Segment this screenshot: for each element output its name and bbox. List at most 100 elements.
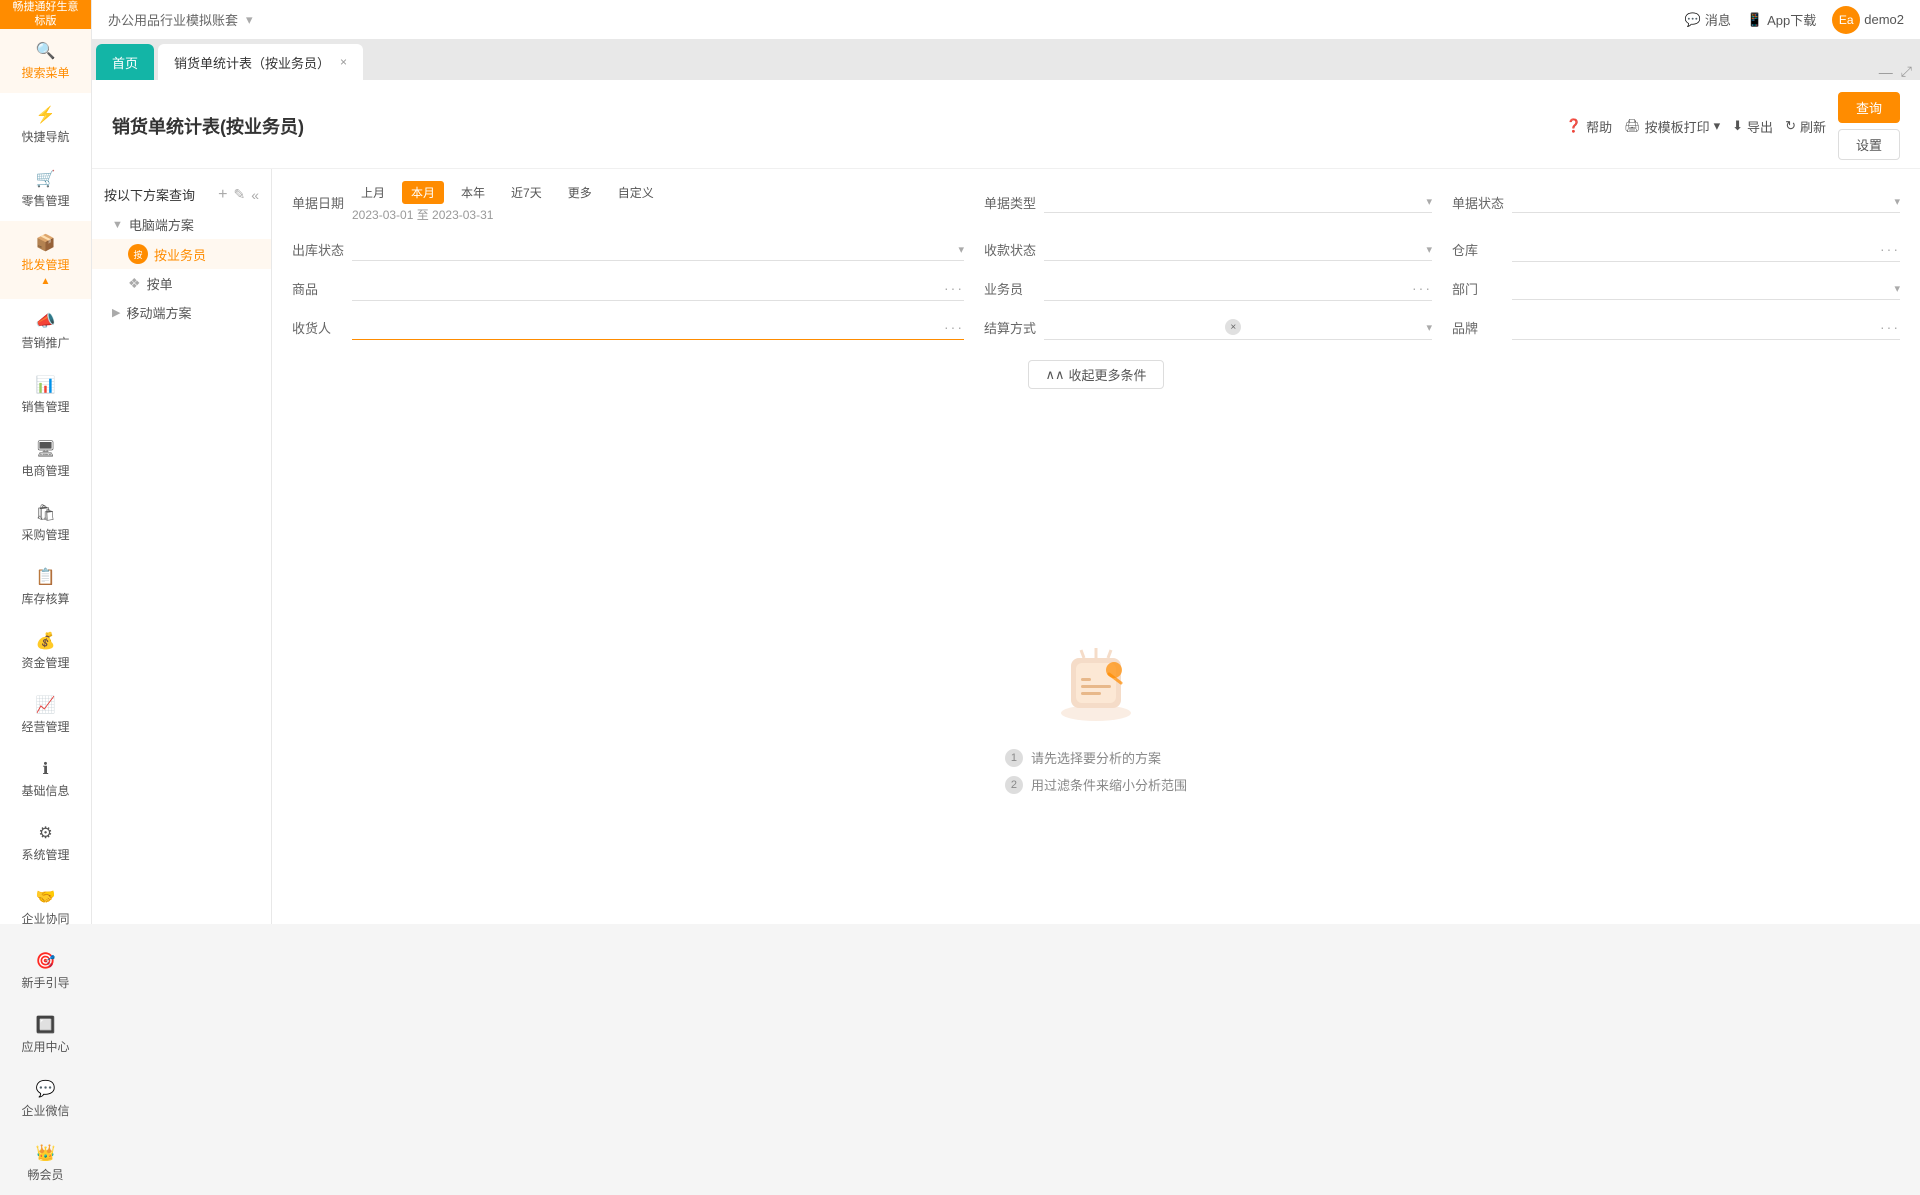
sidebar-item-quicknav[interactable]: ⚡ 快捷导航: [0, 93, 91, 157]
sidebar-item-marketing[interactable]: 📣 营销推广: [0, 299, 91, 363]
panel-staff-label: 按业务员: [154, 245, 206, 264]
receiptstatus-control[interactable]: ▾: [1044, 239, 1432, 261]
export-icon: ⬇: [1732, 118, 1743, 134]
receiptstatus-chevron: ▾: [1426, 243, 1432, 256]
sidebar-item-search[interactable]: 🔍 搜索菜单: [0, 29, 91, 93]
sidebar-item-basics[interactable]: ℹ 基础信息: [0, 747, 91, 811]
messages-button[interactable]: 💬 消息: [1685, 10, 1731, 29]
brand-control[interactable]: ···: [1512, 315, 1900, 340]
app-download-button[interactable]: 📱 App下载: [1747, 10, 1816, 29]
panel-add-icon[interactable]: +: [218, 186, 227, 204]
collapse-label: 收起更多条件: [1069, 365, 1147, 384]
panel-edit-icon[interactable]: ✎: [233, 186, 245, 203]
settings-button[interactable]: 设置: [1838, 129, 1900, 160]
sidebar-item-system[interactable]: ⚙ 系统管理: [0, 811, 91, 875]
tree-expand-mobile-icon: ▶: [112, 306, 120, 319]
inventory-icon: 📋: [36, 567, 56, 587]
warehouse-dots[interactable]: ···: [1880, 241, 1900, 257]
panel-tree-staff-item[interactable]: 按 按业务员: [92, 239, 271, 269]
goods-label: 商品: [292, 279, 352, 298]
panel-tree-pc-section[interactable]: ▼ 电脑端方案: [92, 210, 271, 239]
doctype-control[interactable]: ▾: [1044, 191, 1432, 213]
help-button[interactable]: ❓ 帮助: [1566, 117, 1612, 136]
date-btn-7days[interactable]: 近7天: [502, 181, 551, 204]
corp-wechat-icon: 💬: [36, 1079, 56, 1099]
sidebar-item-purchase[interactable]: 🛍 采购管理: [0, 491, 91, 555]
date-btn-last-month[interactable]: 上月: [352, 181, 394, 204]
retail-icon: 🛒: [36, 169, 56, 189]
goods-dots[interactable]: ···: [944, 280, 964, 296]
brand-dots[interactable]: ···: [1880, 319, 1900, 335]
user-menu[interactable]: Ea demo2: [1832, 6, 1904, 34]
docstatus-control[interactable]: ▾: [1512, 191, 1900, 213]
sidebar-item-label: 库存核算: [21, 590, 69, 607]
sidebar-item-label: 快捷导航: [21, 128, 69, 145]
tab-home[interactable]: 首页: [96, 44, 154, 80]
sidebar-item-appcenter[interactable]: 🔲 应用中心: [0, 1003, 91, 1067]
sidebar-item-wholesale[interactable]: 📦 批发管理 ▲: [0, 221, 91, 299]
sidebar-item-corp-wechat[interactable]: 💬 企业微信: [0, 1067, 91, 1131]
outstatus-control[interactable]: ▾: [352, 239, 964, 261]
minimize-tab-icon[interactable]: —: [1879, 64, 1893, 80]
panel-tree-single-item[interactable]: ❖ 按单: [92, 269, 271, 298]
left-panel: 按以下方案查询 + ✎ « ▼ 电脑端方案 按 按业务员: [92, 169, 272, 924]
filter-row-2: 出库状态 ▾ 收款状态 ▾: [292, 237, 1900, 262]
date-btn-more[interactable]: 更多: [559, 181, 601, 204]
user-name: demo2: [1864, 12, 1904, 27]
brand-label: 品牌: [1452, 318, 1512, 337]
sidebar-item-label: 电商管理: [21, 462, 69, 479]
filter-date-item: 单据日期 上月 本月 本年 近7天 更多 自定义: [292, 181, 964, 223]
collapse-button[interactable]: ∧∧ 收起更多条件: [1028, 360, 1163, 389]
help-icon: ❓: [1566, 118, 1582, 134]
purchase-icon: 🛍: [35, 503, 55, 523]
tab-close-icon[interactable]: ×: [340, 55, 347, 69]
wholesale-icon: 📦: [36, 233, 56, 253]
sidebar-item-operation[interactable]: 📈 经营管理: [0, 683, 91, 747]
query-button[interactable]: 查询: [1838, 92, 1900, 123]
body-layout: 按以下方案查询 + ✎ « ▼ 电脑端方案 按 按业务员: [92, 169, 1920, 924]
expand-tab-icon[interactable]: ⤢: [1901, 63, 1912, 80]
avatar: Ea: [1832, 6, 1860, 34]
panel-collapse-icon[interactable]: «: [251, 187, 259, 203]
dropdown-chevron[interactable]: ▾: [246, 12, 253, 28]
sidebar-item-member[interactable]: 👑 畅会员: [0, 1131, 91, 1195]
empty-hint-1: 1 请先选择要分析的方案: [1005, 748, 1187, 767]
staff-control[interactable]: ···: [1044, 276, 1432, 301]
finance-icon: 💰: [36, 631, 56, 651]
receiver-control[interactable]: ···: [352, 315, 964, 340]
warehouse-control[interactable]: ···: [1512, 237, 1900, 262]
logo-text: 畅捷通好生意 标版: [13, 0, 79, 29]
refresh-button[interactable]: ↻ 刷新: [1785, 117, 1826, 136]
hint-num-1: 1: [1005, 749, 1023, 767]
sidebar-item-label: 资金管理: [21, 654, 69, 671]
panel-mobile-section[interactable]: ▶ 移动端方案: [92, 298, 271, 327]
payment-clear-button[interactable]: ×: [1225, 319, 1241, 335]
page-header: 销货单统计表(按业务员) ❓ 帮助 🖨 按模板打印 ▾ ⬇ 导出: [92, 80, 1920, 169]
export-button[interactable]: ⬇ 导出: [1732, 117, 1773, 136]
date-range-text: 2023-03-01 至 2023-03-31: [352, 206, 964, 223]
date-btn-current-month[interactable]: 本月: [402, 181, 444, 204]
print-chevron: ▾: [1714, 118, 1721, 134]
panel-header-title: 按以下方案查询: [104, 185, 195, 204]
sidebar-item-retail[interactable]: 🛒 零售管理: [0, 157, 91, 221]
sidebar-item-ecommerce[interactable]: 🖥 电商管理: [0, 427, 91, 491]
sidebar-item-inventory[interactable]: 📋 库存核算: [0, 555, 91, 619]
print-button[interactable]: 🖨 按模板打印 ▾: [1624, 117, 1720, 136]
payment-control[interactable]: × ▾: [1044, 315, 1432, 340]
app-logo: 畅捷通好生意 标版: [0, 0, 91, 29]
date-btn-custom[interactable]: 自定义: [609, 181, 663, 204]
sidebar-item-newguide[interactable]: 🎯 新手引导: [0, 939, 91, 1003]
dept-control[interactable]: ▾: [1512, 278, 1900, 300]
goods-control[interactable]: ···: [352, 276, 964, 301]
staff-dots[interactable]: ···: [1412, 280, 1432, 296]
date-btn-year[interactable]: 本年: [452, 181, 494, 204]
sidebar-item-finance[interactable]: 💰 资金管理: [0, 619, 91, 683]
sidebar-item-corp-collab[interactable]: 🤝 企业协同: [0, 875, 91, 939]
query-settings-group: 查询 设置: [1838, 92, 1900, 160]
sidebar-item-sales[interactable]: 📊 销售管理: [0, 363, 91, 427]
search-icon: 🔍: [36, 41, 56, 61]
sales-icon: 📊: [36, 375, 56, 395]
receiver-dots[interactable]: ···: [944, 319, 964, 335]
breadcrumb-text: 办公用品行业模拟账套: [108, 10, 238, 29]
tab-sales-stats[interactable]: 销货单统计表（按业务员） ×: [158, 44, 363, 80]
